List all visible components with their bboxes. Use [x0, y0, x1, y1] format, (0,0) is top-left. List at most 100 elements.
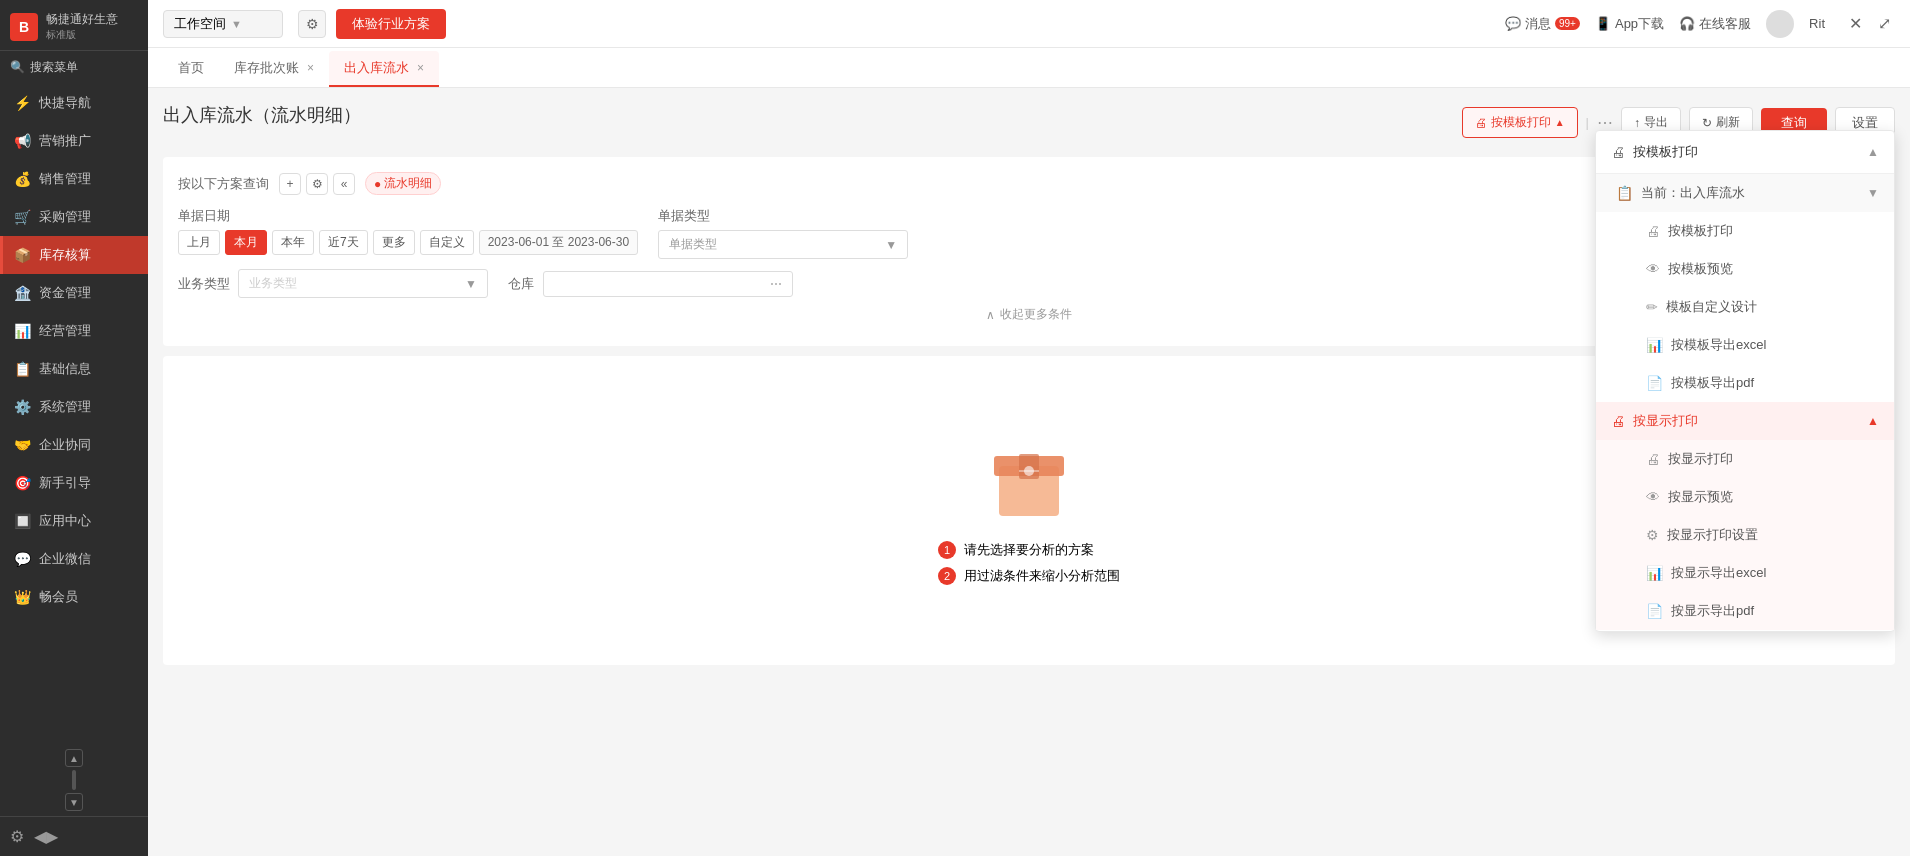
dropdown-chevron-icon: ▲	[1867, 145, 1879, 159]
dropdown-template-preview[interactable]: 👁 按模板预览	[1596, 250, 1894, 288]
sidebar-item-finance[interactable]: 🏦 资金管理	[0, 274, 148, 312]
topbar-right: 💬 消息 99+ 📱 App下载 🎧 在线客服 Rit	[1505, 10, 1825, 38]
sidebar-scroll-up[interactable]: ▲	[65, 749, 83, 767]
voucher-type-input[interactable]: 单据类型 ▼	[658, 230, 908, 259]
message-icon: 💬	[1505, 16, 1521, 31]
tab-in-out-flow[interactable]: 出入库流水 ×	[329, 51, 439, 87]
sidebar-search[interactable]: 🔍 搜索菜单	[0, 51, 148, 84]
sidebar-item-system[interactable]: ⚙️ 系统管理	[0, 388, 148, 426]
tab-batch-account[interactable]: 库存批次账 ×	[219, 51, 329, 87]
date-field: 单据日期 上月 本月 本年 近7天 更多 自定义 2023-06-01 至 20…	[178, 207, 638, 255]
sidebar-item-label: 系统管理	[39, 398, 91, 416]
tab-batch-account-close[interactable]: ×	[307, 61, 314, 75]
sidebar-nav: ⚡ 快捷导航 📢 营销推广 💰 销售管理 🛒 采购管理 📦 库存核算 🏦 资金管…	[0, 84, 148, 744]
sidebar-item-label: 新手引导	[39, 474, 91, 492]
add-filter-btn[interactable]: +	[279, 173, 301, 195]
warehouse-input[interactable]: ⋯	[543, 271, 793, 297]
tab-batch-account-label: 库存批次账	[234, 59, 299, 77]
industry-solution-btn[interactable]: 体验行业方案	[336, 9, 446, 39]
sidebar-item-wechat[interactable]: 💬 企业微信	[0, 540, 148, 578]
message-badge: 99+	[1555, 17, 1580, 30]
tab-home[interactable]: 首页	[163, 51, 219, 87]
date-btn-this-year[interactable]: 本年	[272, 230, 314, 255]
sidebar-item-guide[interactable]: 🎯 新手引导	[0, 464, 148, 502]
template-print-row-icon: 🖨	[1646, 223, 1660, 239]
workspace-text: 工作空间	[174, 15, 226, 33]
dropdown-header[interactable]: 🖨 按模板打印 ▲	[1596, 131, 1894, 174]
date-btn-more[interactable]: 更多	[373, 230, 415, 255]
expand-window-btn[interactable]: ⤢	[1874, 12, 1895, 35]
business-type-placeholder: 业务类型	[249, 275, 297, 292]
online-service-btn[interactable]: 🎧 在线客服	[1679, 15, 1751, 33]
collapse-filter-btn[interactable]: «	[333, 173, 355, 195]
dropdown-footer-settings[interactable]: ⚙ 设置默认功能 ▼	[1596, 630, 1894, 631]
sidebar-item-app-center[interactable]: 🔲 应用中心	[0, 502, 148, 540]
chevron-up-icon: ∧	[986, 308, 995, 322]
dropdown-display-export-pdf[interactable]: 📄 按显示导出pdf	[1596, 592, 1894, 630]
dropdown-display-export-excel[interactable]: 📊 按显示导出excel	[1596, 554, 1894, 592]
sidebar-item-member[interactable]: 👑 畅会员	[0, 578, 148, 616]
filter-label: 按以下方案查询	[178, 175, 269, 193]
date-btn-7days[interactable]: 近7天	[319, 230, 368, 255]
divider: |	[1586, 115, 1589, 130]
sidebar-item-basic-info[interactable]: 📋 基础信息	[0, 350, 148, 388]
purchase-icon: 🛒	[13, 208, 31, 226]
date-btn-last-month[interactable]: 上月	[178, 230, 220, 255]
sidebar-item-cooperation[interactable]: 🤝 企业协同	[0, 426, 148, 464]
tab-in-out-flow-close[interactable]: ×	[417, 61, 424, 75]
topbar: 工作空间 ▼ ⚙ 体验行业方案 💬 消息 99+ 📱 App下载 🎧 在线客服 …	[148, 0, 1910, 48]
dropdown-current-item[interactable]: 📋 当前：出入库流水 ▼	[1596, 174, 1894, 212]
quick-nav-icon: ⚡	[13, 94, 31, 112]
dropdown-template-print[interactable]: 🖨 按模板打印	[1596, 212, 1894, 250]
sidebar-scroll-down[interactable]: ▼	[65, 793, 83, 811]
refresh-icon: ↻	[1702, 116, 1712, 130]
message-label: 消息	[1525, 15, 1551, 33]
sidebar-item-label: 销售管理	[39, 170, 91, 188]
voucher-type-field: 单据类型 单据类型 ▼	[658, 207, 908, 259]
dropdown-display-preview[interactable]: 👁 按显示预览	[1596, 478, 1894, 516]
sidebar-item-label: 应用中心	[39, 512, 91, 530]
warehouse-field: 仓库 ⋯	[508, 271, 793, 297]
workspace-selector[interactable]: 工作空间 ▼	[163, 10, 283, 38]
sidebar-bottom: ⚙ ◀▶	[0, 816, 148, 856]
settings-filter-btn[interactable]: ⚙	[306, 173, 328, 195]
dropdown-display-print[interactable]: 🖨 按显示打印	[1596, 440, 1894, 478]
filter-tag-shuimingxi[interactable]: ● 流水明细	[365, 172, 441, 195]
sales-icon: 💰	[13, 170, 31, 188]
inventory-icon: 📦	[13, 246, 31, 264]
step-1-text: 请先选择要分析的方案	[964, 541, 1094, 559]
dropdown-display-section[interactable]: 🖨 按显示打印 ▲	[1596, 402, 1894, 440]
print-header-icon: 🖨	[1611, 144, 1625, 160]
dropdown-display-print-settings[interactable]: ⚙ 按显示打印设置	[1596, 516, 1894, 554]
sidebar-item-quick-nav[interactable]: ⚡ 快捷导航	[0, 84, 148, 122]
dropdown-template-custom[interactable]: ✏ 模板自定义设计	[1596, 288, 1894, 326]
voucher-type-chevron-icon: ▼	[885, 238, 897, 252]
system-icon: ⚙️	[13, 398, 31, 416]
topbar-settings-btn[interactable]: ⚙	[298, 10, 326, 38]
dropdown-template-export-pdf[interactable]: 📄 按模板导出pdf	[1596, 364, 1894, 402]
sidebar-item-marketing[interactable]: 📢 营销推广	[0, 122, 148, 160]
business-type-input[interactable]: 业务类型 ▼	[238, 269, 488, 298]
sidebar-item-purchase[interactable]: 🛒 采购管理	[0, 198, 148, 236]
template-custom-icon: ✏	[1646, 299, 1658, 315]
app-center-icon: 🔲	[13, 512, 31, 530]
date-btn-this-month[interactable]: 本月	[225, 230, 267, 255]
empty-step-2: 2 用过滤条件来缩小分析范围	[938, 567, 1120, 585]
app-download-icon: 📱	[1595, 16, 1611, 31]
template-print-btn[interactable]: 🖨 按模板打印 ▲	[1462, 107, 1578, 138]
dropdown-template-export-excel[interactable]: 📊 按模板导出excel	[1596, 326, 1894, 364]
business-type-label: 业务类型	[178, 275, 233, 293]
user-avatar[interactable]	[1766, 10, 1794, 38]
date-btn-custom[interactable]: 自定义	[420, 230, 474, 255]
date-field-label: 单据日期	[178, 207, 638, 225]
sidebar-item-inventory[interactable]: 📦 库存核算	[0, 236, 148, 274]
headset-icon: 🎧	[1679, 16, 1695, 31]
chevron-up-icon: ▲	[1555, 117, 1565, 128]
collapse-sidebar-btn[interactable]: ◀▶	[34, 827, 58, 846]
settings-btn[interactable]: ⚙	[10, 827, 24, 846]
app-download-btn[interactable]: 📱 App下载	[1595, 15, 1664, 33]
sidebar-item-operations[interactable]: 📊 经营管理	[0, 312, 148, 350]
message-btn[interactable]: 💬 消息 99+	[1505, 15, 1580, 33]
sidebar-item-sales[interactable]: 💰 销售管理	[0, 160, 148, 198]
close-window-btn[interactable]: ✕	[1845, 12, 1866, 35]
